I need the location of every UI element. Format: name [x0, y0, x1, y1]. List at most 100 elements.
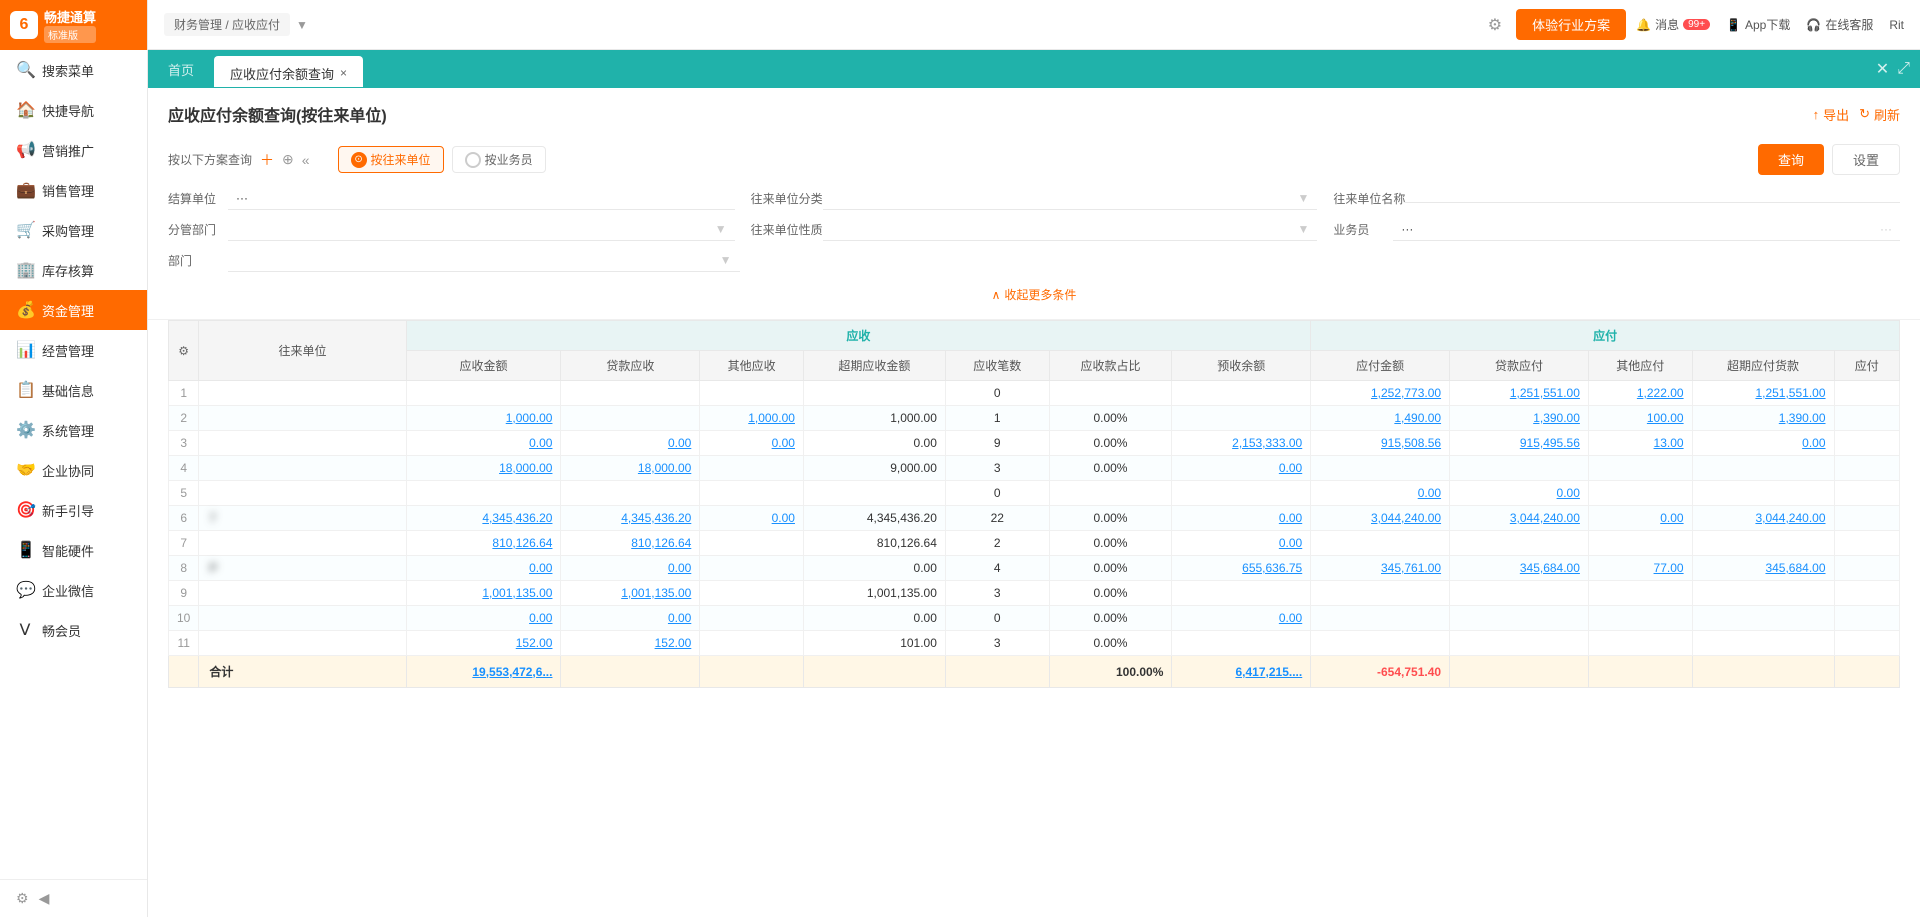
filter-settings-icon[interactable]: ⊕	[282, 151, 294, 168]
sidebar-item-label: 智能硬件	[42, 541, 94, 560]
ap-loan-header: 贷款应付	[1450, 351, 1589, 381]
topbar: 财务管理 / 应收应付 ▼ ⚙ 体验行业方案 🔔 消息 99+ 📱 App下载 …	[148, 0, 1920, 50]
sidebar-item-label: 企业协同	[42, 461, 94, 480]
sidebar-item-search[interactable]: 🔍 搜索菜单	[0, 50, 147, 90]
sidebar-item-quick[interactable]: 🏠 快捷导航	[0, 90, 147, 130]
sidebar-item-label: 采购管理	[42, 221, 94, 240]
notifications-badge: 99+	[1683, 19, 1710, 30]
table-row: 500.000.00	[169, 481, 1900, 506]
export-btn[interactable]: ↑ 导出	[1813, 105, 1850, 124]
app-download-label: App下载	[1745, 16, 1790, 33]
dept-manager-label: 分管部门	[168, 221, 228, 238]
filter-mode-by-partner[interactable]: ⊙ 按往来单位	[338, 146, 444, 173]
app-download-btn[interactable]: 📱 App下载	[1726, 16, 1790, 33]
member-icon: Ⅴ	[16, 620, 34, 640]
tab-ar-ap[interactable]: 应收应付余额查询 ×	[214, 56, 363, 87]
table-footer: 合计 19,553,472,6... 100.00% 6,417,215....…	[169, 656, 1900, 688]
notifications-label: 消息	[1655, 16, 1679, 33]
filter-collapse-btn[interactable]: ∧ 收起更多条件	[168, 280, 1900, 309]
dept-input[interactable]: ▼	[228, 249, 740, 272]
sidebar-item-label: 快捷导航	[42, 101, 94, 120]
filter-partner-category: 往来单位分类 ▼	[751, 187, 1318, 210]
notifications-btn[interactable]: 🔔 消息 99+	[1636, 16, 1710, 33]
sidebar-item-hardware[interactable]: 📱 智能硬件	[0, 530, 147, 570]
query-button[interactable]: 查询	[1758, 144, 1824, 175]
partner-name-input[interactable]	[1405, 194, 1900, 203]
sidebar-item-collab[interactable]: 🤝 企业协同	[0, 450, 147, 490]
maximize-icon[interactable]: ⤢	[1897, 60, 1910, 78]
sidebar-bottom: ⚙ ◀	[0, 879, 147, 917]
setting-button[interactable]: 设置	[1832, 144, 1900, 175]
collapse-up-icon: ∧	[992, 288, 1001, 302]
footer-ar-amount[interactable]: 19,553,472,6...	[406, 656, 561, 688]
ar-overdue-header: 超期应收金额	[803, 351, 945, 381]
settlement-unit-label: 结算单位	[168, 190, 228, 207]
filter-dept-manager: 分管部门 ▼	[168, 218, 735, 241]
refresh-icon: ↻	[1859, 106, 1870, 122]
footer-ar-overdue	[803, 656, 945, 688]
filter-collapse-left-icon[interactable]: «	[302, 152, 310, 168]
footer-ar-prepay[interactable]: 6,417,215....	[1172, 656, 1311, 688]
topbar-gear-icon[interactable]: ⚙	[1484, 11, 1506, 39]
filter-mode-by-staff[interactable]: 按业务员	[452, 146, 546, 173]
filter-row-2: 分管部门 ▼ 往来单位性质 ▼ 业务员	[168, 218, 1900, 241]
staff-mode-icon	[465, 152, 481, 168]
partner-name-label: 往来单位名称	[1333, 190, 1405, 207]
basic-icon: 📋	[16, 380, 34, 400]
sidebar-item-sales[interactable]: 💼 销售管理	[0, 170, 147, 210]
footer-ar-count	[945, 656, 1049, 688]
ar-ratio-header: 应收款占比	[1049, 351, 1172, 381]
table-row: 674,345,436.204,345,436.200.004,345,436.…	[169, 506, 1900, 531]
sidebar-item-member[interactable]: Ⅴ 畅会员	[0, 610, 147, 650]
topbar-right: 🔔 消息 99+ 📱 App下载 🎧 在线客服 Rit	[1636, 16, 1904, 33]
dept-manager-input[interactable]: ▼	[228, 218, 735, 241]
settlement-unit-input[interactable]: ···	[228, 187, 735, 210]
salesman-dots: ···	[1401, 222, 1413, 236]
logo: 6 畅捷通算 标准版	[0, 0, 147, 50]
partner-category-arrow: ▼	[1297, 191, 1309, 205]
partner-nature-input[interactable]: ▼	[823, 218, 1318, 241]
dept-label: 部门	[168, 252, 228, 269]
sales-icon: 💼	[16, 180, 34, 200]
bell-icon: 🔔	[1636, 18, 1651, 32]
sidebar-item-label: 基础信息	[42, 381, 94, 400]
breadcrumb-dropdown-icon[interactable]: ▼	[296, 18, 308, 32]
refresh-btn[interactable]: ↻ 刷新	[1859, 105, 1900, 124]
salesman-input[interactable]: ··· ···	[1393, 218, 1900, 241]
table-row: 100.000.000.0000.00%0.00	[169, 606, 1900, 631]
dept-manager-arrow: ▼	[715, 222, 727, 236]
sidebar-item-label: 营销推广	[42, 141, 94, 160]
refresh-label: 刷新	[1874, 105, 1900, 124]
sidebar-item-operation[interactable]: 📊 经营管理	[0, 330, 147, 370]
partner-nature-label: 往来单位性质	[751, 221, 823, 238]
plan-button[interactable]: 体验行业方案	[1516, 9, 1626, 40]
sidebar-item-system[interactable]: ⚙️ 系统管理	[0, 410, 147, 450]
collapse-icon[interactable]: ◀	[39, 890, 50, 907]
sidebar-item-basic[interactable]: 📋 基础信息	[0, 370, 147, 410]
online-service-btn[interactable]: 🎧 在线客服	[1806, 16, 1873, 33]
export-icon: ↑	[1813, 107, 1820, 122]
table-settings-header[interactable]: ⚙	[169, 321, 199, 381]
filter-add-btn[interactable]: ＋	[260, 150, 274, 170]
sidebar-item-guide[interactable]: 🎯 新手引导	[0, 490, 147, 530]
guide-icon: 🎯	[16, 500, 34, 520]
sidebar-item-purchase[interactable]: 🛒 采购管理	[0, 210, 147, 250]
sidebar-item-marketing[interactable]: 📢 营销推广	[0, 130, 147, 170]
sidebar-item-wechat[interactable]: 💬 企业微信	[0, 570, 147, 610]
logo-name: 畅捷通算	[44, 7, 96, 26]
online-service-label: 在线客服	[1825, 16, 1873, 33]
partner-category-input[interactable]: ▼	[823, 187, 1318, 210]
sidebar-item-inventory[interactable]: 🏢 库存核算	[0, 250, 147, 290]
sidebar-item-label: 新手引导	[42, 501, 94, 520]
ar-prepay-header: 预收余额	[1172, 351, 1311, 381]
close-window-icon[interactable]: ✕	[1876, 59, 1889, 79]
sidebar-item-label: 销售管理	[42, 181, 94, 200]
settings-bottom-icon[interactable]: ⚙	[16, 890, 29, 907]
tab-home[interactable]: 首页	[148, 52, 214, 87]
ar-group-header: 应收	[406, 321, 1311, 351]
table-row: 91,001,135.001,001,135.001,001,135.0030.…	[169, 581, 1900, 606]
table-settings-icon[interactable]: ⚙	[178, 344, 189, 358]
tab-close-icon[interactable]: ×	[340, 66, 347, 80]
sidebar-item-finance[interactable]: 💰 资金管理	[0, 290, 147, 330]
finance-icon: 💰	[16, 300, 34, 320]
